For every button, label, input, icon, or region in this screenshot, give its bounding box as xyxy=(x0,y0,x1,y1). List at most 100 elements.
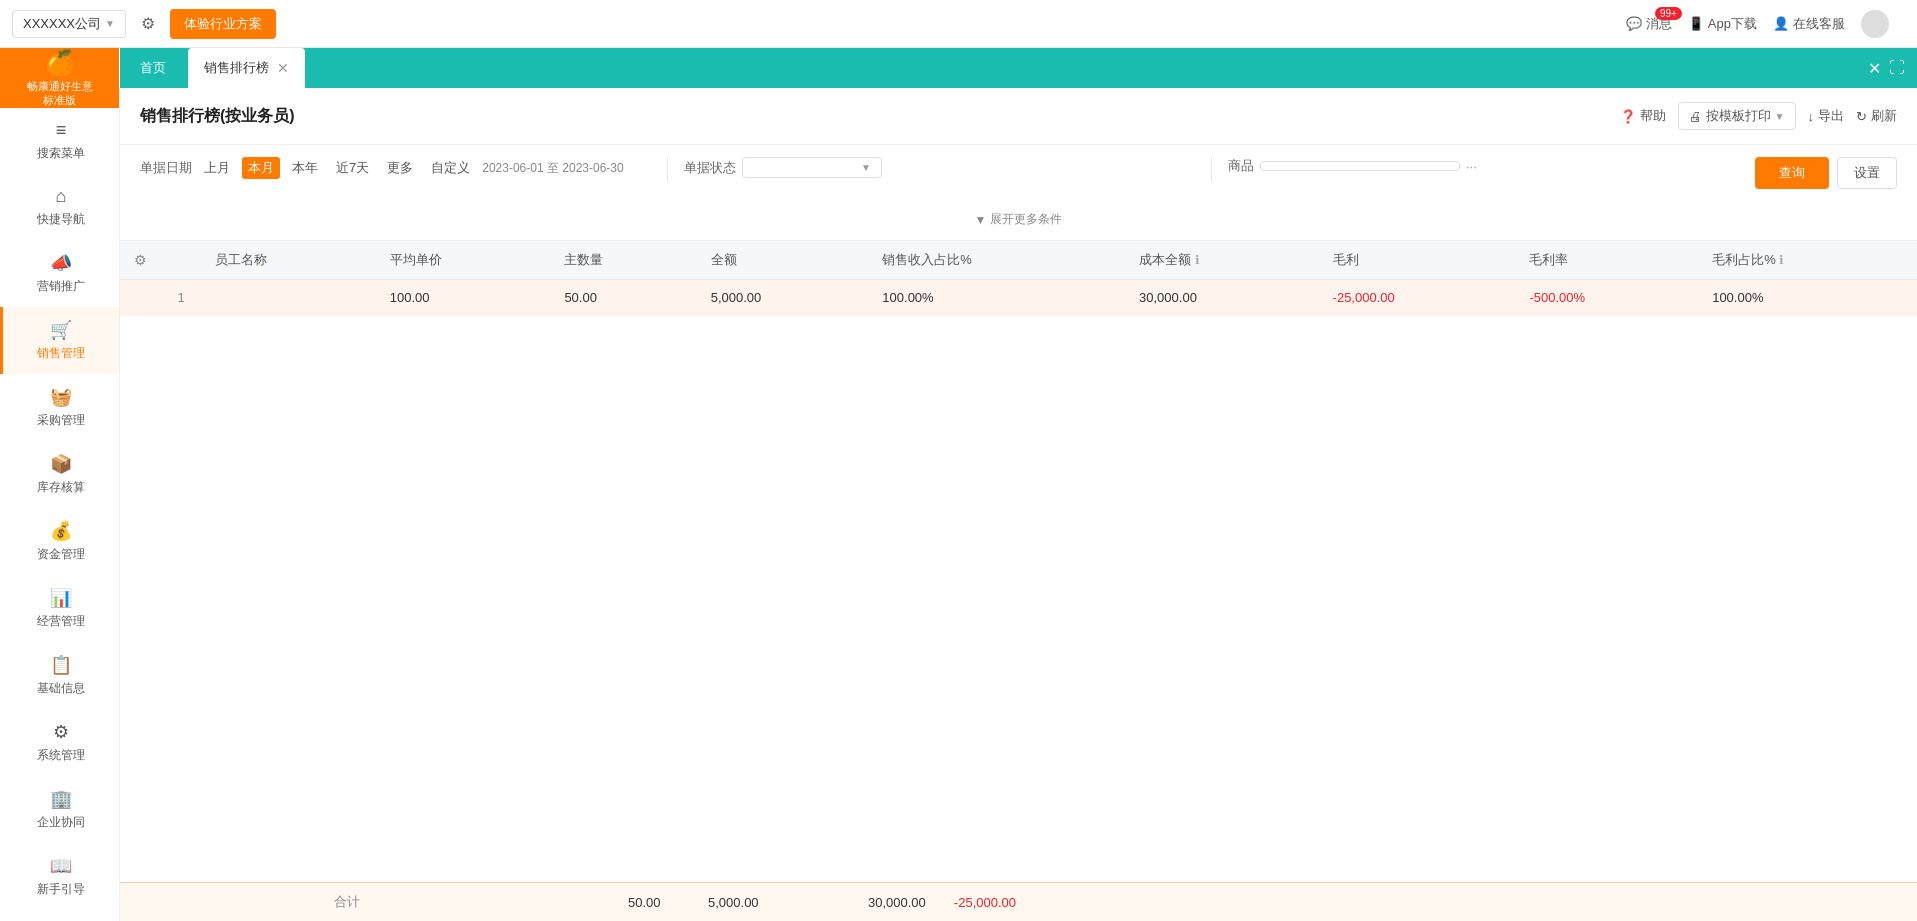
sidebar-item-label: 销售管理 xyxy=(37,345,85,362)
export-button[interactable]: ↓ 导出 xyxy=(1808,107,1845,125)
row-gross-ratio: 100.00% xyxy=(1698,280,1917,316)
sidebar-item-sales[interactable]: 🛒 销售管理 xyxy=(0,307,119,374)
operation-icon: 📊 xyxy=(50,587,72,609)
row-rank: 1 xyxy=(161,280,201,316)
status-select[interactable]: ▼ xyxy=(742,157,882,178)
sidebar-item-label: 经营管理 xyxy=(37,613,85,630)
sidebar-item-inventory[interactable]: 📦 库存核算 xyxy=(0,441,119,508)
message-button[interactable]: 💬 消息 99+ xyxy=(1626,15,1672,33)
status-arrow-icon: ▼ xyxy=(861,162,871,173)
system-icon: ⚙ xyxy=(53,721,69,743)
sidebar-item-system[interactable]: ⚙ 系统管理 xyxy=(0,709,119,776)
refresh-icon: ↻ xyxy=(1856,109,1867,124)
sidebar-item-label: 系统管理 xyxy=(37,747,85,764)
status-filter-label: 单据状态 xyxy=(684,159,736,177)
page-header: 销售排行榜(按业务员) ❓ 帮助 🖨 按模板打印 ▼ ↓ 导出 xyxy=(120,88,1917,145)
sidebar-item-label: 搜索菜单 xyxy=(37,145,85,162)
tab-maximize-btn[interactable]: ⛶ xyxy=(1889,59,1905,77)
export-icon: ↓ xyxy=(1808,109,1815,124)
more-date-btn[interactable]: 更多 xyxy=(381,157,419,179)
goods-input[interactable] xyxy=(1260,161,1460,171)
help-button[interactable]: ❓ 帮助 xyxy=(1620,107,1666,125)
message-badge: 99+ xyxy=(1655,7,1682,20)
sidebar-item-search[interactable]: ≡ 搜索菜单 xyxy=(0,108,119,174)
trial-button[interactable]: 体验行业方案 xyxy=(170,9,276,39)
tab-close-window-btn[interactable]: ✕ xyxy=(1868,59,1881,78)
top-bar-left: XXXXXX公司 ▼ ⚙ 体验行业方案 xyxy=(12,9,276,39)
tab-sales-ranking[interactable]: 销售排行榜 ✕ xyxy=(188,48,305,88)
sidebar-item-label: 库存核算 xyxy=(37,479,85,496)
filter-divider-1 xyxy=(667,157,668,181)
print-icon: 🖨 xyxy=(1689,109,1702,124)
expand-label: 展开更多条件 xyxy=(990,211,1062,228)
more-conditions-btn[interactable]: ··· xyxy=(1466,159,1477,174)
col-sales-ratio: 销售收入占比% xyxy=(868,241,1125,280)
logo-text: 畅康通好生意标准版 xyxy=(27,79,93,108)
company-selector[interactable]: XXXXXX公司 ▼ xyxy=(12,10,126,38)
tab-close-icon[interactable]: ✕ xyxy=(277,61,289,75)
gross-ratio-info-icon[interactable]: ℹ xyxy=(1779,253,1784,267)
avatar[interactable] xyxy=(1861,10,1889,38)
cost-info-icon[interactable]: ℹ xyxy=(1195,253,1200,267)
footer-main-qty: 50.00 xyxy=(614,895,694,910)
sidebar-item-apps[interactable]: 📱 应用中心 xyxy=(0,910,119,921)
top-bar-right: 💬 消息 99+ 📱 App下载 👤 在线客服 xyxy=(1626,10,1905,38)
basic-icon: 📋 xyxy=(50,654,72,676)
col-main-qty: 主数量 xyxy=(550,241,696,280)
online-service-button[interactable]: 👤 在线客服 xyxy=(1773,15,1845,33)
query-button[interactable]: 查询 xyxy=(1755,157,1829,189)
last-month-btn[interactable]: 上月 xyxy=(198,157,236,179)
sidebar-item-finance[interactable]: 💰 资金管理 xyxy=(0,508,119,575)
online-service-label: 在线客服 xyxy=(1793,15,1845,33)
content-area: 首页 销售排行榜 ✕ ✕ ⛶ 销售排行榜(按业务员) ❓ 帮助 xyxy=(120,48,1917,921)
table-area: ⚙ 员工名称 平均单价 主数量 全额 销售收入占比% 成本全额 ℹ xyxy=(120,241,1917,882)
this-year-btn[interactable]: 本年 xyxy=(286,157,324,179)
sidebar-item-guide[interactable]: 📖 新手引导 xyxy=(0,843,119,910)
row-avg-price: 100.00 xyxy=(376,280,551,316)
sidebar-item-purchase[interactable]: 🧺 采购管理 xyxy=(0,374,119,441)
col-gross-rate: 毛利率 xyxy=(1515,241,1698,280)
sales-icon: 🛒 xyxy=(50,319,72,341)
refresh-button[interactable]: ↻ 刷新 xyxy=(1856,107,1897,125)
enterprise-icon: 🏢 xyxy=(50,788,72,810)
date-filter-buttons: 上月 本月 本年 近7天 更多 自定义 2023-06-01 至 2023-06… xyxy=(198,157,624,179)
this-month-btn[interactable]: 本月 xyxy=(242,157,280,179)
app-download-button[interactable]: 📱 App下载 xyxy=(1688,15,1757,33)
table-footer: 合计 50.00 5,000.00 30,000.00 -25,000.00 xyxy=(120,882,1917,921)
app-download-label: App下载 xyxy=(1708,15,1757,33)
tab-bar-actions: ✕ ⛶ xyxy=(1868,59,1917,78)
page-header-actions: ❓ 帮助 🖨 按模板打印 ▼ ↓ 导出 ↻ 刷新 xyxy=(1620,102,1897,144)
filter-date-group: 单据日期 上月 本月 本年 近7天 更多 自定义 2023-06-01 至 20… xyxy=(140,157,651,179)
sidebar-item-operation[interactable]: 📊 经营管理 xyxy=(0,575,119,642)
col-name: 员工名称 xyxy=(201,241,376,280)
filter-divider-2 xyxy=(1211,157,1212,181)
col-settings-icon[interactable]: ⚙ xyxy=(134,252,147,268)
sidebar-item-nav[interactable]: ⌂ 快捷导航 xyxy=(0,174,119,240)
sidebar-item-label: 营销推广 xyxy=(37,278,85,295)
filter-status-group: 单据状态 ▼ xyxy=(684,157,1195,178)
sidebar-item-marketing[interactable]: 📣 营销推广 xyxy=(0,240,119,307)
query-actions: 查询 设置 xyxy=(1755,157,1897,189)
expand-conditions: ▼ 展开更多条件 xyxy=(140,205,1897,228)
footer-amount: 5,000.00 xyxy=(694,895,774,910)
page-content: 销售排行榜(按业务员) ❓ 帮助 🖨 按模板打印 ▼ ↓ 导出 xyxy=(120,88,1917,921)
settings-icon[interactable]: ⚙ xyxy=(134,10,162,38)
sidebar-item-enterprise[interactable]: 🏢 企业协同 xyxy=(0,776,119,843)
last7-btn[interactable]: 近7天 xyxy=(330,157,375,179)
custom-btn[interactable]: 自定义 xyxy=(425,157,476,179)
table-settings-button[interactable]: 设置 xyxy=(1837,157,1897,189)
footer-total-label: 合计 xyxy=(334,893,534,911)
sidebar-item-basic[interactable]: 📋 基础信息 xyxy=(0,642,119,709)
row-gross: -25,000.00 xyxy=(1319,280,1516,316)
footer-cost-amount: 30,000.00 xyxy=(854,895,940,910)
filter-bar: 单据日期 上月 本月 本年 近7天 更多 自定义 2023-06-01 至 20… xyxy=(120,145,1917,241)
guide-icon: 📖 xyxy=(50,855,72,877)
expand-button[interactable]: ▼ 展开更多条件 xyxy=(975,211,1063,228)
search-icon: ≡ xyxy=(56,120,67,141)
page-title: 销售排行榜(按业务员) xyxy=(140,106,295,141)
col-cost-amount: 成本全额 ℹ xyxy=(1125,241,1319,280)
print-button[interactable]: 🖨 按模板打印 ▼ xyxy=(1678,102,1796,130)
sidebar: 🍊 畅康通好生意标准版 ≡ 搜索菜单 ⌂ 快捷导航 📣 营销推广 🛒 销售管理 … xyxy=(0,48,120,921)
tab-home[interactable]: 首页 xyxy=(120,48,186,88)
sidebar-logo: 🍊 畅康通好生意标准版 xyxy=(0,48,119,108)
